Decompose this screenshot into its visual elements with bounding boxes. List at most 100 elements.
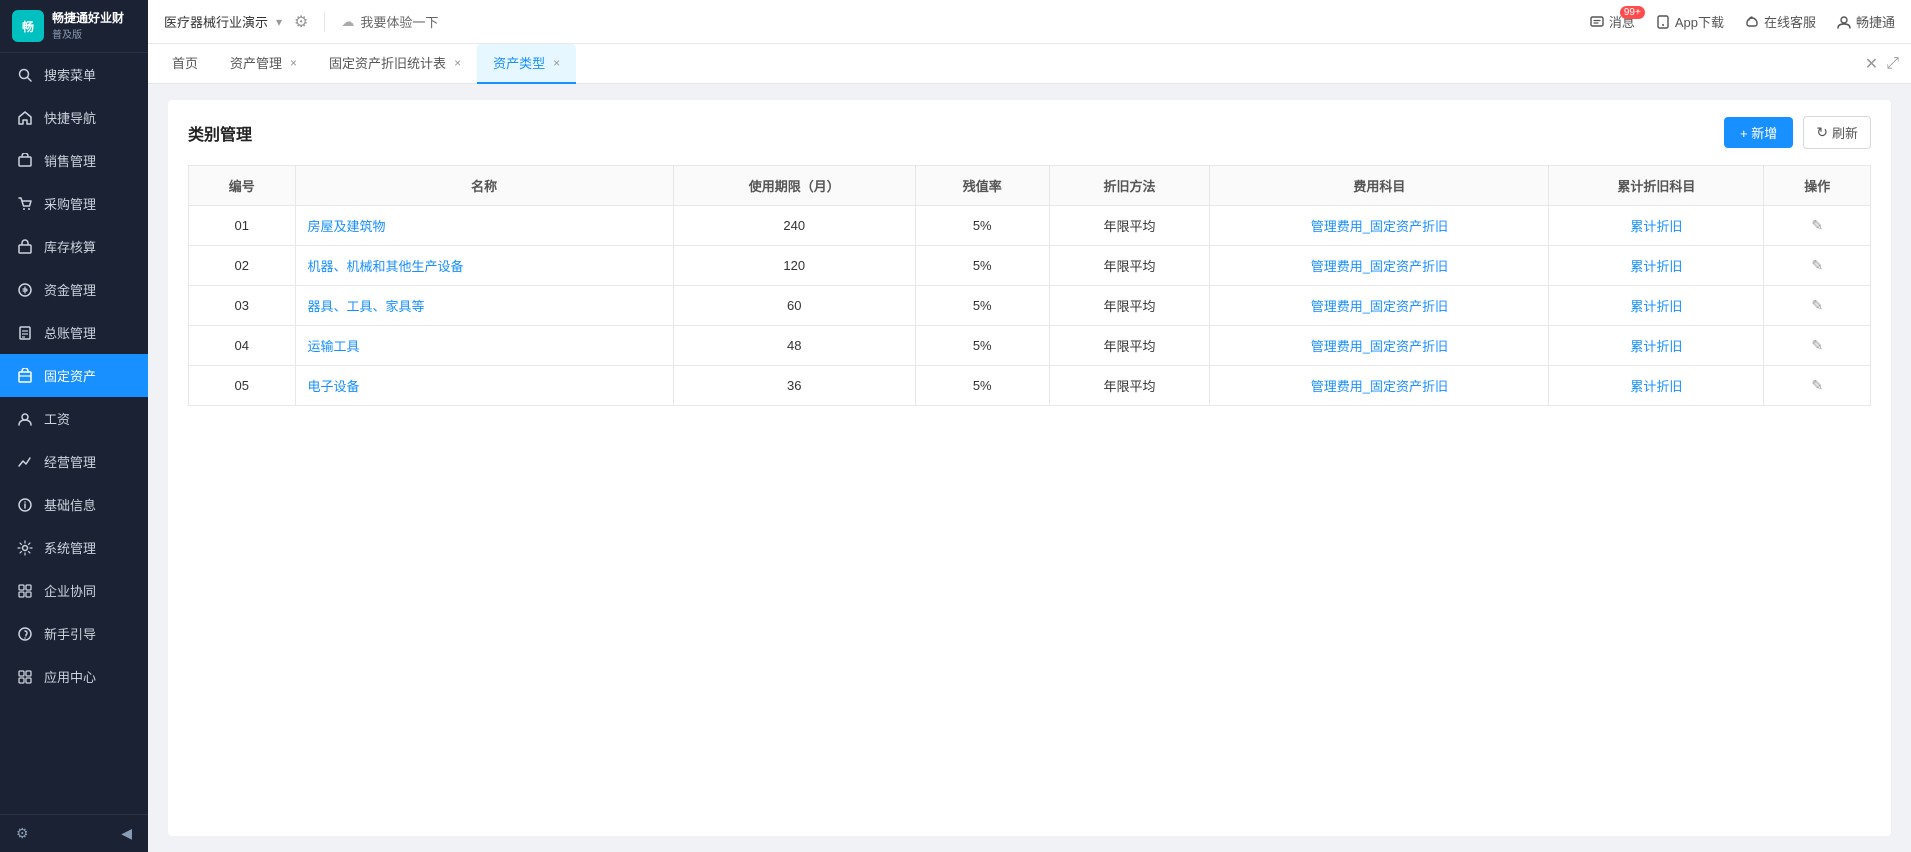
sidebar-item-inventory-label: 库存核算 — [44, 237, 96, 256]
main-area: 医疗器械行业演示 ▾ ⚙ ☁ 我要体验一下 消息 99+ App下载 在线客服 — [148, 0, 1911, 852]
app-logo: 畅 — [12, 10, 44, 42]
tab-asset-mgmt-close[interactable]: × — [290, 57, 297, 69]
sidebar-item-inventory[interactable]: 库存核算 — [0, 225, 148, 268]
tab-asset-mgmt[interactable]: 资产管理 × — [214, 44, 313, 84]
enterprise-icon — [16, 582, 34, 600]
cell-name: 器具、工具、家具等 — [295, 286, 673, 326]
sidebar-item-enterprise[interactable]: 企业协同 — [0, 569, 148, 612]
sidebar-item-basic-info-label: 基础信息 — [44, 495, 96, 514]
cell-code: 02 — [189, 246, 296, 286]
tab-asset-type-close[interactable]: × — [553, 57, 560, 69]
cell-method: 年限平均 — [1049, 246, 1210, 286]
cell-cost-subject: 管理费用_固定资产折旧 — [1210, 246, 1549, 286]
collapse-sidebar-icon[interactable]: ◀ — [121, 825, 132, 842]
sales-icon — [16, 152, 34, 170]
sidebar-item-ledger-label: 总账管理 — [44, 323, 96, 342]
content-area: 类别管理 + 新增 ↻ 刷新 编号 名称 使用期限（月） — [148, 84, 1911, 852]
cell-action[interactable]: ✎ — [1764, 366, 1871, 406]
salary-icon — [16, 410, 34, 428]
edit-icon[interactable]: ✎ — [1811, 297, 1823, 313]
system-icon — [16, 539, 34, 557]
settings-icon[interactable]: ⚙ — [16, 825, 29, 842]
content-card: 类别管理 + 新增 ↻ 刷新 编号 名称 使用期限（月） — [168, 100, 1891, 836]
content-header: 类别管理 + 新增 ↻ 刷新 — [188, 116, 1871, 149]
table-row: 03 器具、工具、家具等 60 5% 年限平均 管理费用_固定资产折旧 累计折旧… — [189, 286, 1871, 326]
category-table: 编号 名称 使用期限（月） 残值率 折旧方法 费用科目 累计折旧科目 操作 01… — [188, 165, 1871, 406]
cell-period: 120 — [673, 246, 915, 286]
col-method: 折旧方法 — [1049, 166, 1210, 206]
cell-action[interactable]: ✎ — [1764, 286, 1871, 326]
sidebar-item-fixed-assets[interactable]: 固定资产 — [0, 354, 148, 397]
cell-code: 05 — [189, 366, 296, 406]
sidebar-item-ledger[interactable]: 总账管理 — [0, 311, 148, 354]
cell-cost-subject: 管理费用_固定资产折旧 — [1210, 326, 1549, 366]
cell-accum-subject: 累计折旧 — [1549, 366, 1764, 406]
edit-icon[interactable]: ✎ — [1811, 337, 1823, 353]
workspace-name: 医疗器械行业演示 — [164, 12, 268, 31]
workspace-selector[interactable]: 医疗器械行业演示 ▾ — [164, 12, 282, 31]
sidebar-item-purchase[interactable]: 采购管理 — [0, 182, 148, 225]
cell-period: 48 — [673, 326, 915, 366]
cell-name: 机器、机械和其他生产设备 — [295, 246, 673, 286]
page-title: 类别管理 — [188, 121, 252, 145]
cell-code: 04 — [189, 326, 296, 366]
tab-home[interactable]: 首页 — [156, 44, 214, 84]
tab-actions: ✕ ⤢ — [1865, 54, 1911, 74]
workspace-dropdown-arrow: ▾ — [276, 15, 282, 29]
table-header: 编号 名称 使用期限（月） 残值率 折旧方法 费用科目 累计折旧科目 操作 — [189, 166, 1871, 206]
sidebar-item-app-center[interactable]: 应用中心 — [0, 655, 148, 698]
experience-button[interactable]: ☁ 我要体验一下 — [341, 12, 438, 31]
col-period: 使用期限（月） — [673, 166, 915, 206]
search-icon — [16, 66, 34, 84]
tab-depreciation-table-close[interactable]: × — [454, 57, 461, 69]
sidebar-item-system[interactable]: 系统管理 — [0, 526, 148, 569]
sidebar-item-guide[interactable]: 新手引导 — [0, 612, 148, 655]
user-button[interactable]: 畅捷通 — [1836, 12, 1895, 31]
edit-icon[interactable]: ✎ — [1811, 377, 1823, 393]
sidebar-item-sales[interactable]: 销售管理 — [0, 139, 148, 182]
purchase-icon — [16, 195, 34, 213]
workspace-settings-icon[interactable]: ⚙ — [294, 12, 308, 32]
cell-action[interactable]: ✎ — [1764, 206, 1871, 246]
tab-depreciation-table-label: 固定资产折旧统计表 — [329, 53, 446, 72]
sidebar-item-salary[interactable]: 工资 — [0, 397, 148, 440]
cell-salvage: 5% — [915, 286, 1049, 326]
tab-asset-type-label: 资产类型 — [493, 53, 545, 72]
tab-asset-mgmt-label: 资产管理 — [230, 53, 282, 72]
sidebar-item-capital[interactable]: 资金管理 — [0, 268, 148, 311]
close-tab-icon[interactable]: ✕ — [1865, 54, 1878, 74]
cell-accum-subject: 累计折旧 — [1549, 326, 1764, 366]
online-service-button[interactable]: 在线客服 — [1744, 12, 1816, 31]
topbar-right: 消息 99+ App下载 在线客服 畅捷通 — [1589, 12, 1895, 31]
sidebar-item-system-label: 系统管理 — [44, 538, 96, 557]
cell-action[interactable]: ✎ — [1764, 246, 1871, 286]
cell-cost-subject: 管理费用_固定资产折旧 — [1210, 366, 1549, 406]
sidebar-item-quick-nav[interactable]: 快捷导航 — [0, 96, 148, 139]
cell-method: 年限平均 — [1049, 366, 1210, 406]
expand-tab-icon[interactable]: ⤢ — [1886, 55, 1899, 73]
cell-accum-subject: 累计折旧 — [1549, 246, 1764, 286]
cell-accum-subject: 累计折旧 — [1549, 286, 1764, 326]
topbar: 医疗器械行业演示 ▾ ⚙ ☁ 我要体验一下 消息 99+ App下载 在线客服 — [148, 0, 1911, 44]
tab-depreciation-table[interactable]: 固定资产折旧统计表 × — [313, 44, 477, 84]
cell-name: 运输工具 — [295, 326, 673, 366]
tab-asset-type[interactable]: 资产类型 × — [477, 44, 576, 84]
add-button-label: + 新增 — [1740, 123, 1777, 142]
app-title-group: 畅捷通好业财 普及版 — [52, 11, 124, 42]
col-cost-subject: 费用科目 — [1210, 166, 1549, 206]
refresh-button[interactable]: ↻ 刷新 — [1803, 116, 1871, 149]
add-button[interactable]: + 新增 — [1724, 117, 1793, 148]
sidebar-item-operations[interactable]: 经营管理 — [0, 440, 148, 483]
sidebar-item-operations-label: 经营管理 — [44, 452, 96, 471]
sidebar-item-basic-info[interactable]: 基础信息 — [0, 483, 148, 526]
messages-button[interactable]: 消息 99+ — [1589, 12, 1635, 31]
app-download-button[interactable]: App下载 — [1655, 12, 1724, 31]
edit-icon[interactable]: ✎ — [1811, 257, 1823, 273]
cell-action[interactable]: ✎ — [1764, 326, 1871, 366]
sidebar-item-search[interactable]: 搜索菜单 — [0, 53, 148, 96]
edit-icon[interactable]: ✎ — [1811, 217, 1823, 233]
sidebar-item-quick-nav-label: 快捷导航 — [44, 108, 96, 127]
capital-icon — [16, 281, 34, 299]
col-code: 编号 — [189, 166, 296, 206]
col-salvage: 残值率 — [915, 166, 1049, 206]
